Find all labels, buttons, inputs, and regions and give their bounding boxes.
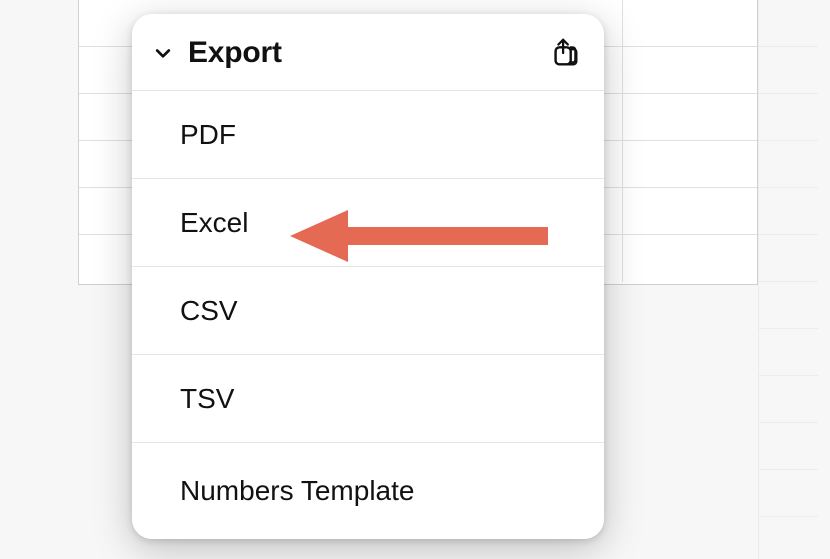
cell[interactable] — [623, 141, 757, 187]
popover-header[interactable]: Export — [132, 14, 604, 91]
export-item-label: Excel — [180, 207, 248, 239]
export-item-numbers-template[interactable]: Numbers Template — [132, 443, 604, 539]
export-item-excel[interactable]: Excel — [132, 179, 604, 267]
popover-title: Export — [188, 36, 282, 70]
export-item-label: CSV — [180, 295, 238, 327]
cell[interactable] — [623, 188, 757, 234]
cell[interactable] — [623, 235, 757, 282]
export-item-pdf[interactable]: PDF — [132, 91, 604, 179]
cell[interactable] — [623, 47, 757, 93]
export-item-label: TSV — [180, 383, 234, 415]
cell[interactable] — [623, 94, 757, 140]
cell[interactable] — [623, 0, 757, 46]
export-item-label: PDF — [180, 119, 236, 151]
export-item-csv[interactable]: CSV — [132, 267, 604, 355]
share-icon[interactable] — [548, 36, 582, 70]
export-item-label: Numbers Template — [180, 475, 414, 507]
ruled-background — [758, 0, 818, 559]
chevron-down-icon — [152, 42, 174, 64]
export-item-tsv[interactable]: TSV — [132, 355, 604, 443]
export-popover: Export PDF E — [132, 14, 604, 539]
